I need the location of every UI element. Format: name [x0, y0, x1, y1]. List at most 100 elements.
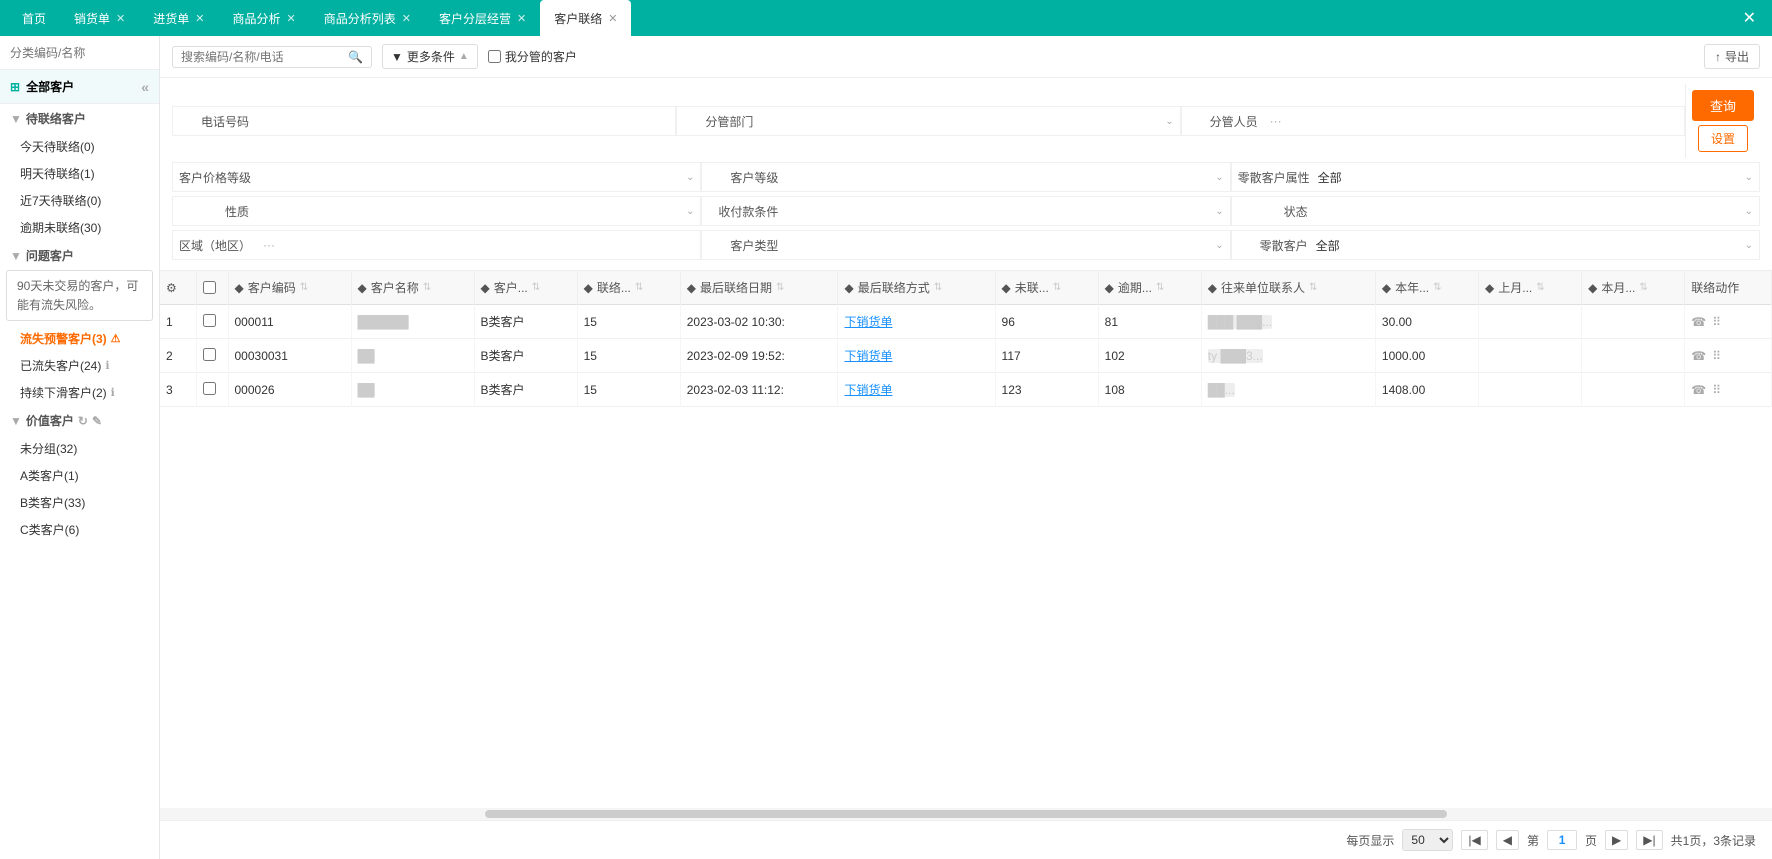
window-close-button[interactable]: ✕: [1735, 8, 1764, 28]
action-contact-icon3[interactable]: ☎: [1691, 383, 1706, 397]
row2-method[interactable]: 下销货单: [838, 339, 995, 373]
col-checkbox[interactable]: [196, 271, 228, 305]
next-page-button[interactable]: ▶: [1605, 830, 1628, 850]
sort-icon-code[interactable]: ⇅: [300, 282, 308, 293]
info-icon2: ℹ: [111, 386, 115, 399]
sort-icon-last-month[interactable]: ⇅: [1536, 282, 1544, 293]
price-grade-select[interactable]: ⌄: [259, 172, 694, 183]
row1-checkbox[interactable]: [196, 305, 228, 339]
sort-icon-this-month[interactable]: ⇅: [1639, 282, 1647, 293]
dots-icon[interactable]: ···: [1270, 114, 1282, 128]
row1-method[interactable]: 下销货单: [838, 305, 995, 339]
region-dots-icon[interactable]: ···: [263, 238, 275, 252]
sidebar-item-churned[interactable]: 已流失客户(24) ℹ: [0, 352, 159, 379]
settings-button[interactable]: 设置: [1698, 125, 1748, 152]
tab-customer-contact-close[interactable]: ✕: [608, 12, 617, 25]
tab-home[interactable]: 首页: [8, 0, 60, 36]
tab-customer-segment-close[interactable]: ✕: [517, 12, 526, 25]
sidebar-item-today[interactable]: 今天待联络(0): [0, 133, 159, 160]
row3-method[interactable]: 下销货单: [838, 373, 995, 407]
sidebar-item-overdue[interactable]: 逾期未联络(30): [0, 214, 159, 241]
sidebar-item-class-b[interactable]: B类客户(33): [0, 489, 159, 516]
search-input[interactable]: [181, 50, 348, 64]
row2-checkbox[interactable]: [196, 339, 228, 373]
sidebar-item-class-c[interactable]: C类客户(6): [0, 516, 159, 543]
last-page-button[interactable]: ▶|: [1636, 830, 1662, 850]
tab-sales-close[interactable]: ✕: [116, 12, 125, 25]
zero-customer-select[interactable]: 全部 ⌄: [1316, 237, 1753, 254]
tab-purchase[interactable]: 进货单 ✕: [139, 0, 218, 36]
nature-select[interactable]: ⌄: [257, 206, 694, 217]
sort-icon-unlisted[interactable]: ⇅: [1053, 282, 1061, 293]
action-more-icon[interactable]: ⠿: [1712, 315, 1721, 329]
sidebar-item-declining[interactable]: 持续下滑客户(2) ℹ: [0, 379, 159, 406]
more-conditions-button[interactable]: ▼ 更多条件 ▲: [382, 44, 478, 69]
query-button[interactable]: 查询: [1692, 90, 1754, 121]
sort-icon-method[interactable]: ⇅: [934, 282, 942, 293]
tab-bar: 首页 销货单 ✕ 进货单 ✕ 商品分析 ✕ 商品分析列表 ✕ 客户分层经营 ✕ …: [0, 0, 1772, 36]
person-select[interactable]: ···: [1266, 114, 1678, 128]
sidebar-item-churn-warning[interactable]: 流失预警客户(3) ⚠: [0, 325, 159, 352]
row3-contact: 15: [577, 373, 680, 407]
sort-icon-contact[interactable]: ⇅: [635, 282, 643, 293]
sort-icon-type[interactable]: ⇅: [532, 282, 540, 293]
action-contact-icon2[interactable]: ☎: [1691, 349, 1706, 363]
sidebar-collapse-icon[interactable]: «: [141, 79, 149, 95]
filter-person: 分管人员 ···: [1181, 106, 1685, 136]
sidebar-search-box[interactable]: 🔍: [0, 36, 159, 70]
tab-sales[interactable]: 销货单 ✕: [60, 0, 139, 36]
search-box[interactable]: 🔍: [172, 46, 372, 68]
customer-type-select[interactable]: ⌄: [786, 240, 1223, 251]
dept-select[interactable]: ⌄: [761, 116, 1173, 127]
horizontal-scrollbar[interactable]: [160, 808, 1772, 820]
search-execute-icon[interactable]: 🔍: [348, 50, 363, 64]
action-more-icon3[interactable]: ⠿: [1712, 383, 1721, 397]
my-customers-check[interactable]: [488, 50, 501, 63]
tab-product-analysis-list[interactable]: 商品分析列表 ✕: [310, 0, 425, 36]
sidebar-item-7days[interactable]: 近7天待联络(0): [0, 187, 159, 214]
action-more-icon2[interactable]: ⠿: [1712, 349, 1721, 363]
my-customers-checkbox[interactable]: 我分管的客户: [488, 48, 577, 65]
sidebar-section-problem[interactable]: ▼ 问题客户: [0, 241, 159, 270]
sort-icon-year[interactable]: ⇅: [1433, 282, 1441, 293]
tab-product-analysis-close[interactable]: ✕: [287, 12, 296, 25]
tab-customer-segment[interactable]: 客户分层经营 ✕: [425, 0, 540, 36]
filter-payment: 收付款条件 ⌄: [701, 196, 1230, 226]
sort-icon-person[interactable]: ⇅: [1309, 282, 1317, 293]
sidebar-section-value[interactable]: ▼ 价值客户 ↻ ✎: [0, 406, 159, 435]
col-settings[interactable]: ⚙: [160, 271, 196, 305]
phone-input[interactable]: [257, 114, 669, 128]
zero-attr-select[interactable]: 全部 ⌄: [1318, 169, 1753, 186]
sidebar-item-tomorrow[interactable]: 明天待联络(1): [0, 160, 159, 187]
sort-icon-name[interactable]: ⇅: [423, 282, 431, 293]
row3-checkbox[interactable]: [196, 373, 228, 407]
edit-icon[interactable]: ✎: [92, 414, 102, 428]
col-customer-name: ◆ 客户名称 ⇅: [351, 271, 474, 305]
action-contact-icon[interactable]: ☎: [1691, 315, 1706, 329]
tab-product-list-close[interactable]: ✕: [402, 12, 411, 25]
sort-icon-overdue[interactable]: ⇅: [1156, 282, 1164, 293]
row3-overdue: 108: [1098, 373, 1201, 407]
sidebar-item-class-a[interactable]: A类客户(1): [0, 462, 159, 489]
sidebar-item-ungrouped[interactable]: 未分组(32): [0, 435, 159, 462]
status-select[interactable]: ⌄: [1316, 206, 1753, 217]
sidebar-all-customers[interactable]: ⊞ 全部客户 «: [0, 70, 159, 104]
tab-customer-contact[interactable]: 客户联络 ✕: [540, 0, 631, 36]
select-all-checkbox[interactable]: [203, 281, 216, 294]
customer-grade-select[interactable]: ⌄: [786, 172, 1223, 183]
sidebar-search-input[interactable]: [10, 46, 160, 60]
first-page-button[interactable]: |◀: [1461, 830, 1487, 850]
sidebar-section-pending[interactable]: ▼ 待联络客户: [0, 104, 159, 133]
tab-purchase-close[interactable]: ✕: [195, 12, 204, 25]
refresh-icon[interactable]: ↻: [78, 414, 88, 428]
payment-select[interactable]: ⌄: [786, 206, 1223, 217]
page-number-input[interactable]: [1547, 830, 1577, 850]
prev-page-button[interactable]: ◀: [1496, 830, 1519, 850]
tab-product-analysis[interactable]: 商品分析 ✕: [218, 0, 309, 36]
person-label: 分管人员: [1188, 113, 1258, 130]
per-page-select[interactable]: 50 20 100: [1402, 829, 1453, 851]
scrollbar-thumb[interactable]: [485, 810, 1447, 818]
export-button[interactable]: ↑ 导出: [1704, 44, 1760, 69]
region-select[interactable]: ···: [259, 238, 694, 252]
sort-icon-date[interactable]: ⇅: [776, 282, 784, 293]
